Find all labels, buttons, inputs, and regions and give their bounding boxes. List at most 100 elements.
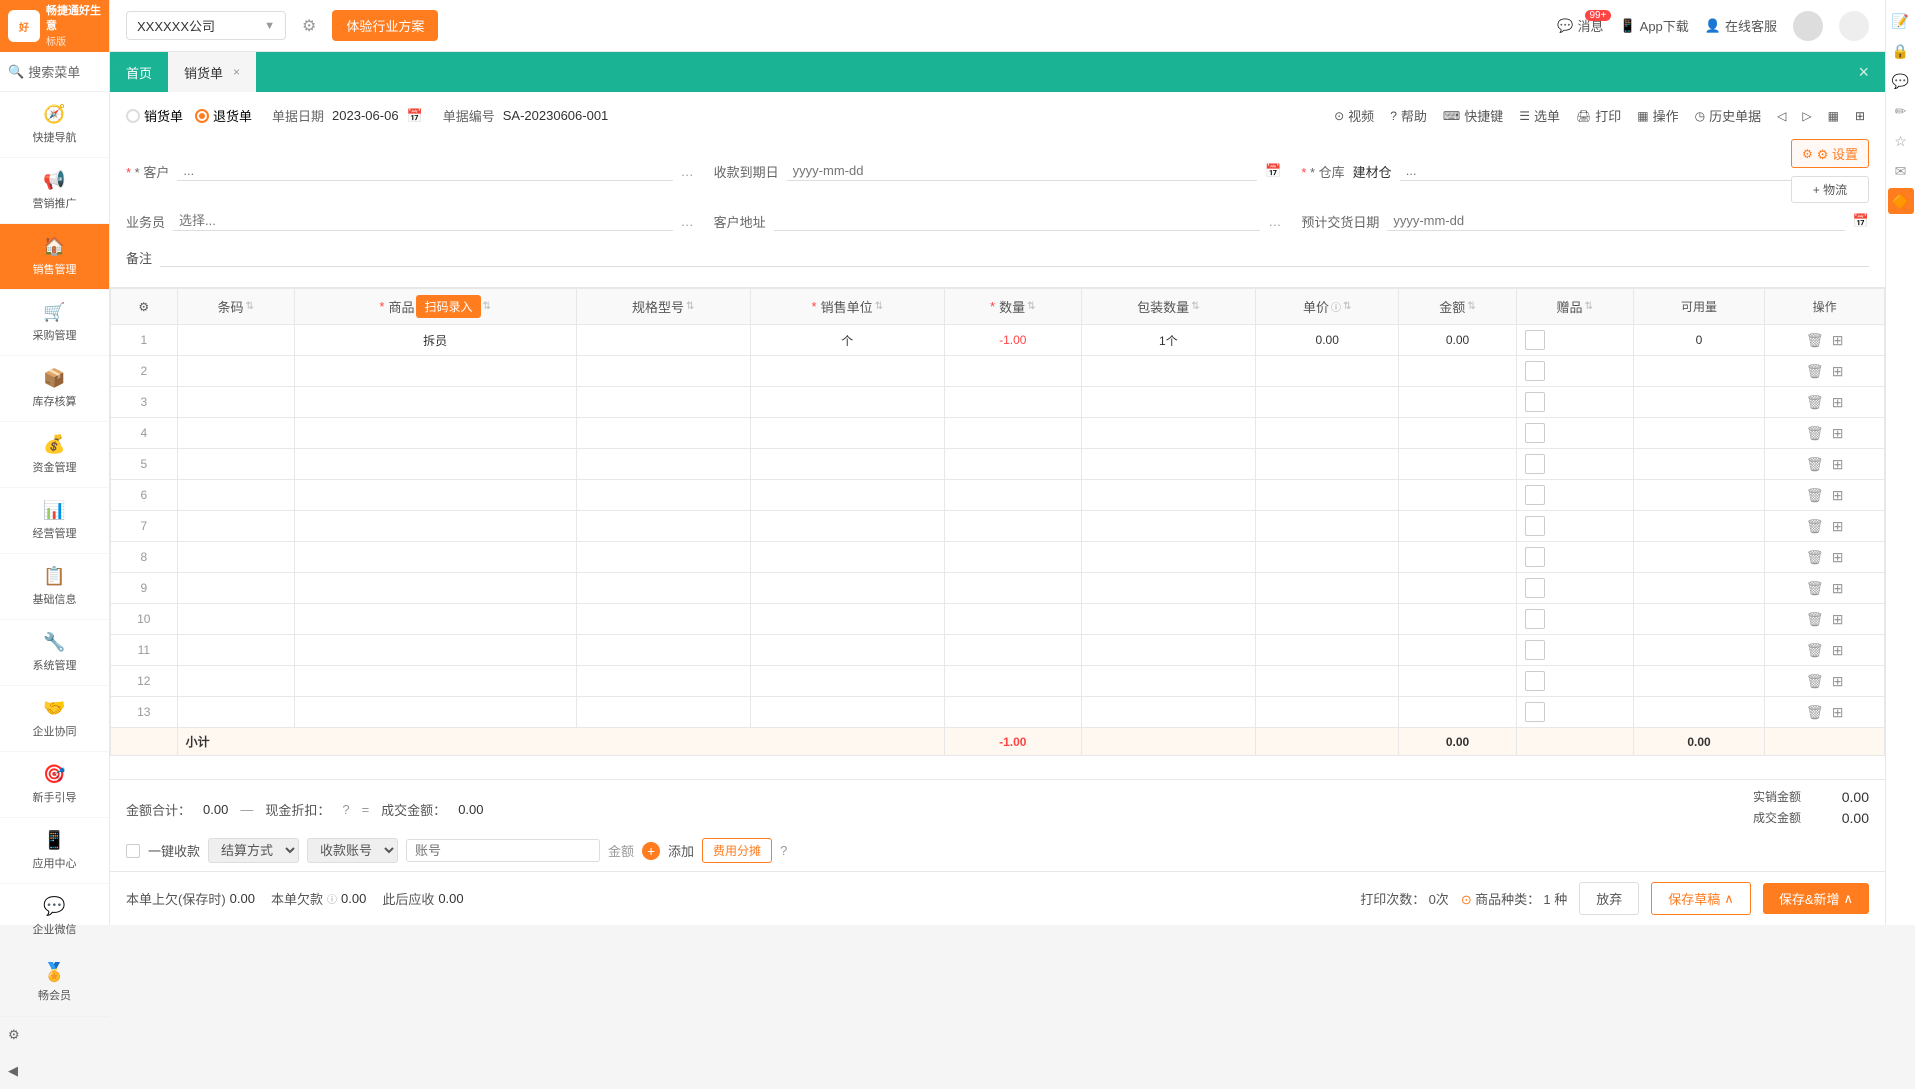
save-draft-button[interactable]: 保存草稿 ∧: [1651, 882, 1751, 915]
topbar-gear-icon[interactable]: ⚙: [298, 12, 320, 40]
btn-grid2[interactable]: ⊞: [1851, 107, 1869, 125]
gift-checkbox[interactable]: [1525, 454, 1545, 474]
gift-checkbox[interactable]: [1525, 609, 1545, 629]
copy-icon[interactable]: ⊞: [1832, 611, 1844, 628]
delete-icon[interactable]: 🗑: [1806, 611, 1824, 628]
product-count-radio[interactable]: ⊙: [1461, 892, 1472, 907]
copy-icon[interactable]: ⊞: [1832, 549, 1844, 566]
topbar-app-download[interactable]: 📱 App下载: [1619, 16, 1688, 35]
cell-product[interactable]: 拆员: [294, 325, 576, 356]
receipt-calendar-icon[interactable]: 📅: [1265, 163, 1281, 179]
th-spec[interactable]: 规格型号⇅: [576, 289, 750, 325]
payment-checkbox[interactable]: [126, 844, 140, 858]
btn-operations[interactable]: ▦ 操作: [1633, 104, 1682, 127]
copy-icon[interactable]: ⊞: [1832, 642, 1844, 659]
delete-icon[interactable]: 🗑: [1806, 642, 1824, 659]
btn-select[interactable]: ☰ 选单: [1515, 104, 1564, 127]
discard-button[interactable]: 放弃: [1579, 882, 1639, 915]
note-input[interactable]: [160, 247, 1869, 267]
copy-icon[interactable]: ⊞: [1832, 425, 1844, 442]
company-selector[interactable]: XXXXXX公司 ▼: [126, 11, 286, 40]
trial-button[interactable]: 体验行业方案: [332, 10, 438, 41]
copy-icon[interactable]: ⊞: [1832, 704, 1844, 721]
right-icon-edit[interactable]: ✏: [1888, 98, 1914, 124]
sidebar-item-purchase[interactable]: 🛒 采购管理: [0, 290, 109, 356]
save-new-button[interactable]: 保存&新增 ∧: [1763, 883, 1869, 914]
sidebar-item-guide[interactable]: 🎯 新手引导: [0, 752, 109, 818]
cell-quantity[interactable]: -1.00: [944, 325, 1081, 356]
owed-help-icon[interactable]: ⓘ: [327, 891, 337, 906]
delete-icon[interactable]: 🗑: [1806, 363, 1824, 380]
btn-video[interactable]: ⊙ 视频: [1330, 104, 1378, 127]
btn-grid1[interactable]: ▦: [1824, 107, 1843, 125]
sidebar-item-system[interactable]: 🔧 系统管理: [0, 620, 109, 686]
sidebar-item-apps[interactable]: 📱 应用中心: [0, 818, 109, 884]
gift-checkbox[interactable]: [1525, 516, 1545, 536]
close-all-tabs[interactable]: ×: [1842, 62, 1885, 83]
radio-sales-order[interactable]: 销货单: [126, 106, 183, 125]
sidebar-item-marketing[interactable]: 📢 营销推广: [0, 158, 109, 224]
gift-checkbox[interactable]: [1525, 423, 1545, 443]
settings-button[interactable]: ⚙ ⚙ 设置: [1791, 139, 1869, 168]
cell-barcode[interactable]: [177, 325, 294, 356]
th-barcode[interactable]: 条码⇅: [177, 289, 294, 325]
right-icon-mail[interactable]: ✉: [1888, 158, 1914, 184]
save-new-chevron-icon[interactable]: ∧: [1843, 891, 1853, 907]
delete-icon[interactable]: 🗑: [1806, 487, 1824, 504]
delete-icon[interactable]: 🗑: [1806, 456, 1824, 473]
th-product[interactable]: *商品 扫码录入 ⇅: [294, 289, 576, 325]
right-icon-star[interactable]: ☆: [1888, 128, 1914, 154]
warehouse-input[interactable]: [1400, 161, 1791, 181]
salesperson-input[interactable]: [173, 211, 673, 231]
address-dots-icon[interactable]: …: [1268, 214, 1281, 229]
gift-checkbox[interactable]: [1525, 702, 1545, 722]
sidebar-settings[interactable]: ⚙: [0, 1017, 109, 1053]
copy-icon[interactable]: ⊞: [1832, 487, 1844, 504]
expected-calendar-icon[interactable]: 📅: [1853, 213, 1869, 229]
gift-checkbox[interactable]: [1525, 547, 1545, 567]
cell-gift[interactable]: [1516, 325, 1633, 356]
right-icon-message[interactable]: 💬: [1888, 68, 1914, 94]
delete-icon[interactable]: 🗑: [1806, 394, 1824, 411]
btn-shortcut[interactable]: ⌨ 快捷键: [1439, 104, 1507, 127]
btn-prev[interactable]: ◁: [1773, 107, 1790, 125]
sidebar-search[interactable]: 🔍 搜索菜单: [0, 52, 109, 92]
discount-help-icon[interactable]: ?: [342, 802, 349, 817]
th-unit-price[interactable]: 单价ⓘ⇅: [1255, 289, 1398, 325]
btn-help[interactable]: ? 帮助: [1386, 104, 1431, 127]
copy-icon[interactable]: ⊞: [1832, 456, 1844, 473]
receipt-date-input[interactable]: [787, 161, 1257, 181]
btn-history[interactable]: ◷ 历史单据: [1691, 104, 1766, 127]
gift-checkbox[interactable]: [1525, 330, 1545, 350]
delete-icon[interactable]: 🗑: [1806, 518, 1824, 535]
right-icon-note[interactable]: 📝: [1888, 8, 1914, 34]
save-draft-chevron-icon[interactable]: ∧: [1724, 891, 1734, 907]
payment-method-select[interactable]: 结算方式: [208, 838, 299, 863]
delete-icon[interactable]: 🗑: [1806, 549, 1824, 566]
table-container[interactable]: ⚙ 条码⇅ *商品 扫码录入 ⇅ 规格型号⇅: [110, 288, 1885, 779]
gift-checkbox[interactable]: [1525, 640, 1545, 660]
delete-icon[interactable]: 🗑: [1806, 332, 1824, 349]
sidebar-item-quick-nav[interactable]: 🧭 快捷导航: [0, 92, 109, 158]
topbar-message[interactable]: 💬 消息 99+: [1557, 16, 1603, 35]
gift-checkbox[interactable]: [1525, 361, 1545, 381]
copy-icon[interactable]: ⊞: [1832, 394, 1844, 411]
sidebar-item-sales[interactable]: 🏠 销售管理: [0, 224, 109, 290]
delete-icon[interactable]: 🗑: [1806, 704, 1824, 721]
copy-icon[interactable]: ⊞: [1832, 363, 1844, 380]
topbar-online-service[interactable]: 👤 在线客服: [1705, 16, 1777, 35]
tab-sales-order[interactable]: 销货单 ×: [168, 52, 256, 92]
gift-checkbox[interactable]: [1525, 392, 1545, 412]
copy-icon[interactable]: ⊞: [1832, 518, 1844, 535]
btn-next[interactable]: ▷: [1798, 107, 1815, 125]
fee-split-btn[interactable]: 费用分摊: [702, 838, 772, 863]
customer-input[interactable]: [177, 161, 672, 181]
fee-help-icon[interactable]: ?: [780, 843, 787, 858]
gift-checkbox[interactable]: [1525, 671, 1545, 691]
th-pkg-qty[interactable]: 包装数量⇅: [1081, 289, 1255, 325]
th-amount[interactable]: 金额⇅: [1399, 289, 1516, 325]
delete-icon[interactable]: 🗑: [1806, 673, 1824, 690]
sidebar-item-member[interactable]: 🏅 畅会员: [0, 950, 109, 1016]
cell-pkg-qty[interactable]: 1个: [1081, 325, 1255, 356]
right-icon-lock[interactable]: 🔒: [1888, 38, 1914, 64]
